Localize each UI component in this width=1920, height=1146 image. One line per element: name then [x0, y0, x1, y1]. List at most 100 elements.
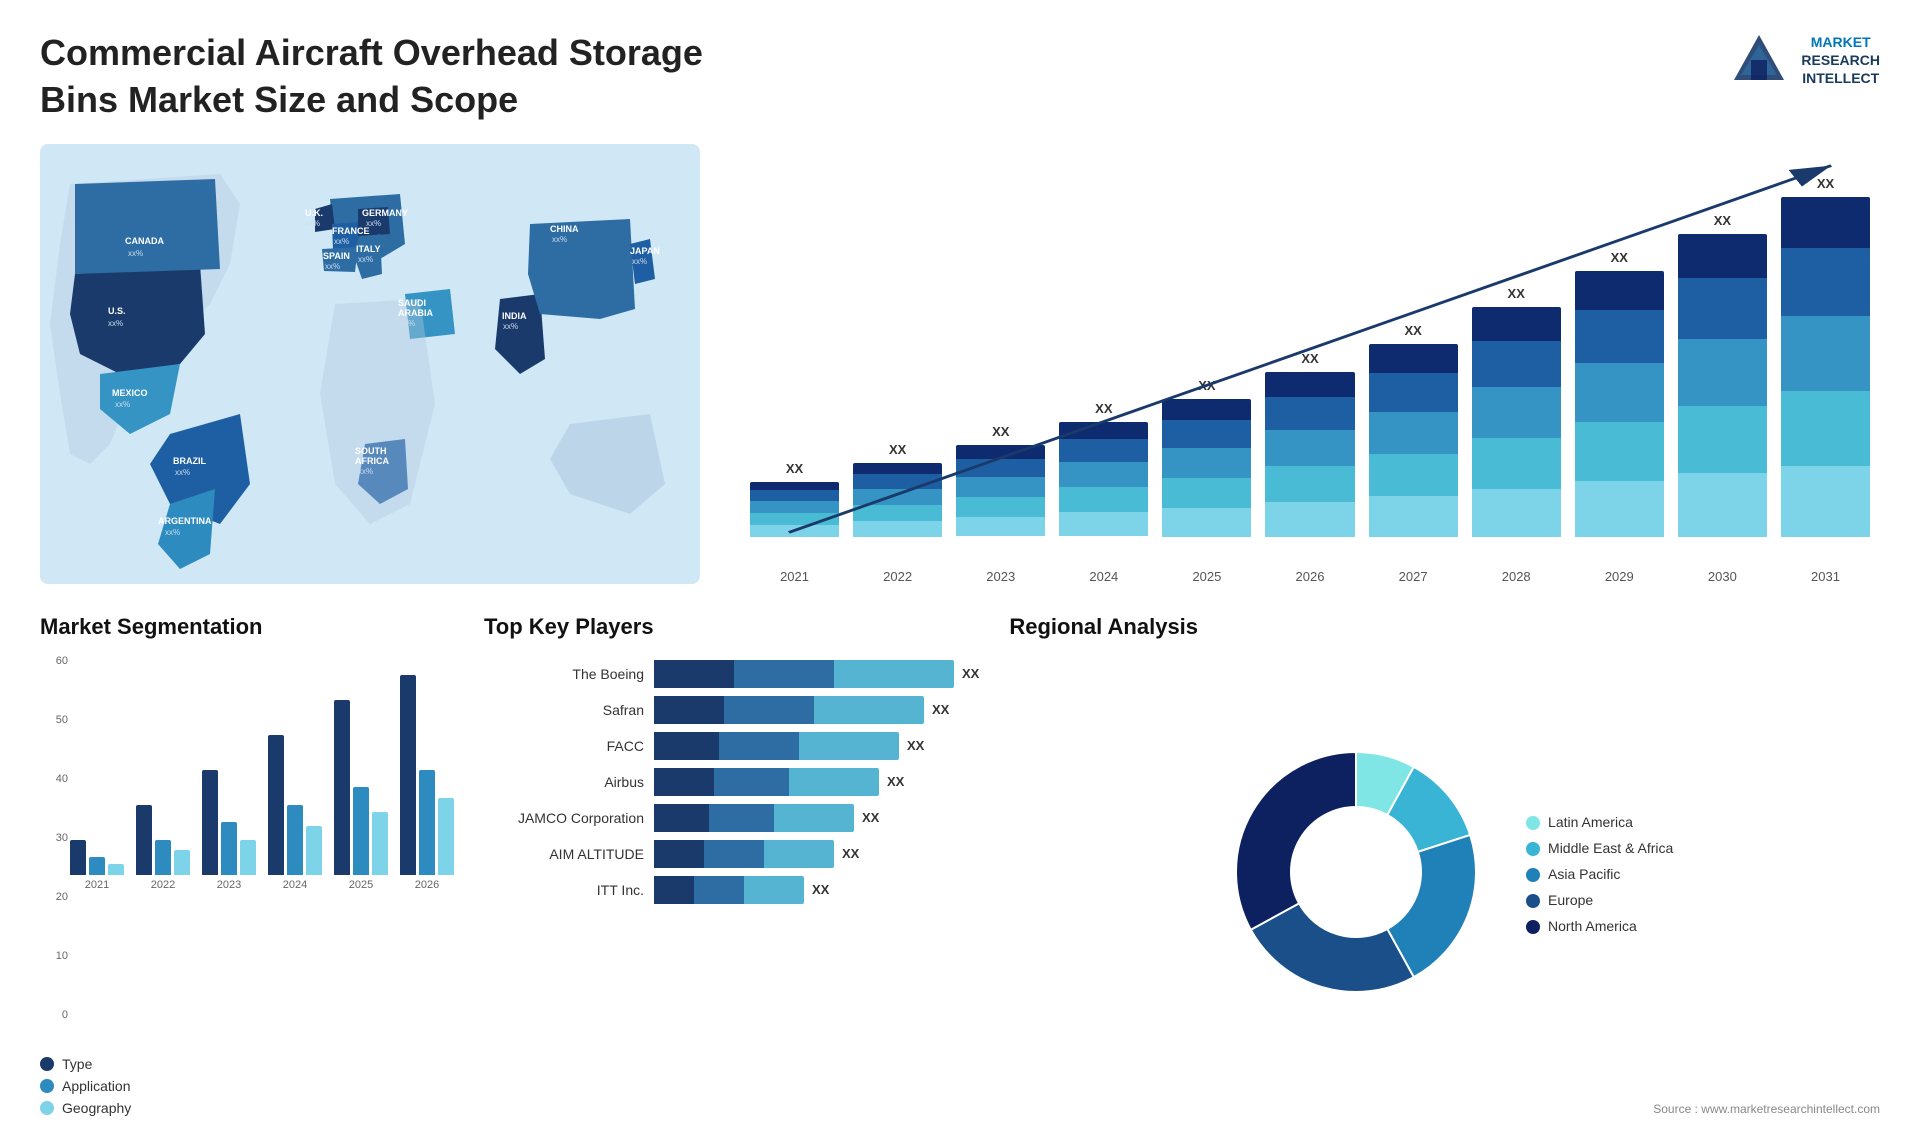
segmentation-chart: 202120222023202420252026 0102030405060: [40, 655, 454, 1046]
svg-text:xx%: xx%: [400, 319, 415, 328]
regional-legend-item: Europe: [1526, 892, 1673, 908]
bar-segment: [1472, 387, 1561, 438]
seg-bar-group: [70, 840, 124, 875]
seg-bar: [240, 840, 256, 875]
player-name: JAMCO Corporation: [484, 810, 644, 826]
bar-segment: [1781, 197, 1870, 248]
svg-text:xx%: xx%: [552, 235, 567, 244]
bar-group: XX: [1781, 176, 1870, 537]
bar-segment: [1369, 454, 1458, 496]
top-section: CANADA xx% U.S. xx% MEXICO xx% BRAZIL xx…: [40, 144, 1880, 584]
segmentation-panel: Market Segmentation 20212022202320242025…: [40, 614, 454, 1116]
donut-chart: [1216, 732, 1496, 1017]
player-row: AirbusXX: [484, 768, 979, 796]
bar-group: XX: [1472, 286, 1561, 537]
bar-segment: [1472, 489, 1561, 537]
seg-y-label: 50: [56, 714, 68, 726]
bar-segment: [1781, 466, 1870, 537]
page-header: Commercial Aircraft Overhead Storage Bin…: [40, 30, 1880, 124]
bar-x-label: 2021: [750, 569, 839, 584]
seg-bar: [108, 864, 124, 875]
player-name: Safran: [484, 702, 644, 718]
bar-segment: [1162, 478, 1251, 508]
seg-legend-dot: [40, 1057, 54, 1071]
bar-segment: [1678, 278, 1767, 339]
segmentation-title: Market Segmentation: [40, 614, 454, 640]
players-title: Top Key Players: [484, 614, 979, 640]
player-name: The Boeing: [484, 666, 644, 682]
regional-legend-item: Asia Pacific: [1526, 866, 1673, 882]
player-xx-label: XX: [932, 702, 949, 717]
seg-x-label: 2023: [202, 879, 256, 891]
bar-x-label: 2025: [1162, 569, 1251, 584]
bar-segment: [1472, 307, 1561, 342]
bar-segment: [1369, 373, 1458, 412]
svg-text:xx%: xx%: [334, 237, 349, 246]
bar-value-label: XX: [1817, 176, 1834, 191]
player-bar: [654, 696, 924, 724]
player-xx-label: XX: [962, 666, 979, 681]
svg-text:ARGENTINA: ARGENTINA: [158, 516, 212, 526]
seg-y-label: 40: [56, 773, 68, 785]
seg-legend-label: Type: [62, 1056, 92, 1072]
bar-segment: [853, 463, 942, 474]
bar-value-label: XX: [992, 424, 1009, 439]
regional-legend-item: North America: [1526, 918, 1673, 934]
svg-text:xx%: xx%: [108, 319, 123, 328]
player-bar-wrap: XX: [654, 876, 979, 904]
svg-text:xx%: xx%: [128, 249, 143, 258]
logo-area: MARKET RESEARCH INTELLECT: [1729, 30, 1880, 90]
player-xx-label: XX: [887, 774, 904, 789]
seg-bar: [306, 826, 322, 875]
regional-legend-dot: [1526, 920, 1540, 934]
seg-legend-item: Type: [40, 1056, 454, 1072]
player-bar-seg1: [654, 804, 709, 832]
player-bar: [654, 732, 899, 760]
player-xx-label: XX: [862, 810, 879, 825]
seg-legend-label: Geography: [62, 1100, 131, 1116]
donut-segment: [1236, 752, 1356, 930]
seg-bar: [174, 850, 190, 875]
bar-segment: [1575, 422, 1664, 481]
bar-segment: [853, 489, 942, 505]
bar-segment: [1575, 310, 1664, 363]
player-bar-wrap: XX: [654, 660, 979, 688]
player-bar: [654, 660, 954, 688]
logo-text: MARKET RESEARCH INTELLECT: [1801, 33, 1880, 88]
regional-panel: Regional Analysis Latin AmericaMiddle Ea…: [1009, 614, 1880, 1116]
svg-text:JAPAN: JAPAN: [630, 246, 660, 256]
player-row: AIM ALTITUDEXX: [484, 840, 979, 868]
bar-segment: [956, 497, 1045, 517]
bar-segment: [1678, 473, 1767, 537]
bar-x-label: 2022: [853, 569, 942, 584]
seg-bar: [353, 787, 369, 875]
bar-segment: [1678, 339, 1767, 406]
player-row: FACCXX: [484, 732, 979, 760]
bar-value-label: XX: [1198, 378, 1215, 393]
bar-value-label: XX: [1095, 401, 1112, 416]
seg-y-label: 30: [56, 832, 68, 844]
bar-value-label: XX: [889, 442, 906, 457]
seg-bar-group: [268, 735, 322, 875]
player-bar-seg3: [799, 732, 899, 760]
svg-text:GERMANY: GERMANY: [362, 208, 408, 218]
regional-legend-label: North America: [1548, 918, 1637, 934]
bar-segment: [1678, 234, 1767, 279]
svg-text:FRANCE: FRANCE: [332, 226, 370, 236]
seg-bar: [202, 770, 218, 875]
seg-bar: [221, 822, 237, 875]
player-bar-wrap: XX: [654, 768, 979, 796]
svg-text:AFRICA: AFRICA: [355, 456, 389, 466]
player-bar-seg3: [774, 804, 854, 832]
seg-y-label: 60: [56, 655, 68, 667]
player-bar-seg1: [654, 768, 714, 796]
regional-legend: Latin AmericaMiddle East & AfricaAsia Pa…: [1526, 814, 1673, 934]
segmentation-legend: TypeApplicationGeography: [40, 1056, 454, 1116]
seg-bar: [287, 805, 303, 875]
regional-legend-dot: [1526, 868, 1540, 882]
seg-legend-dot: [40, 1079, 54, 1093]
svg-text:xx%: xx%: [358, 255, 373, 264]
player-bar: [654, 840, 834, 868]
bar-segment: [1265, 372, 1354, 397]
seg-y-label: 10: [56, 950, 68, 962]
